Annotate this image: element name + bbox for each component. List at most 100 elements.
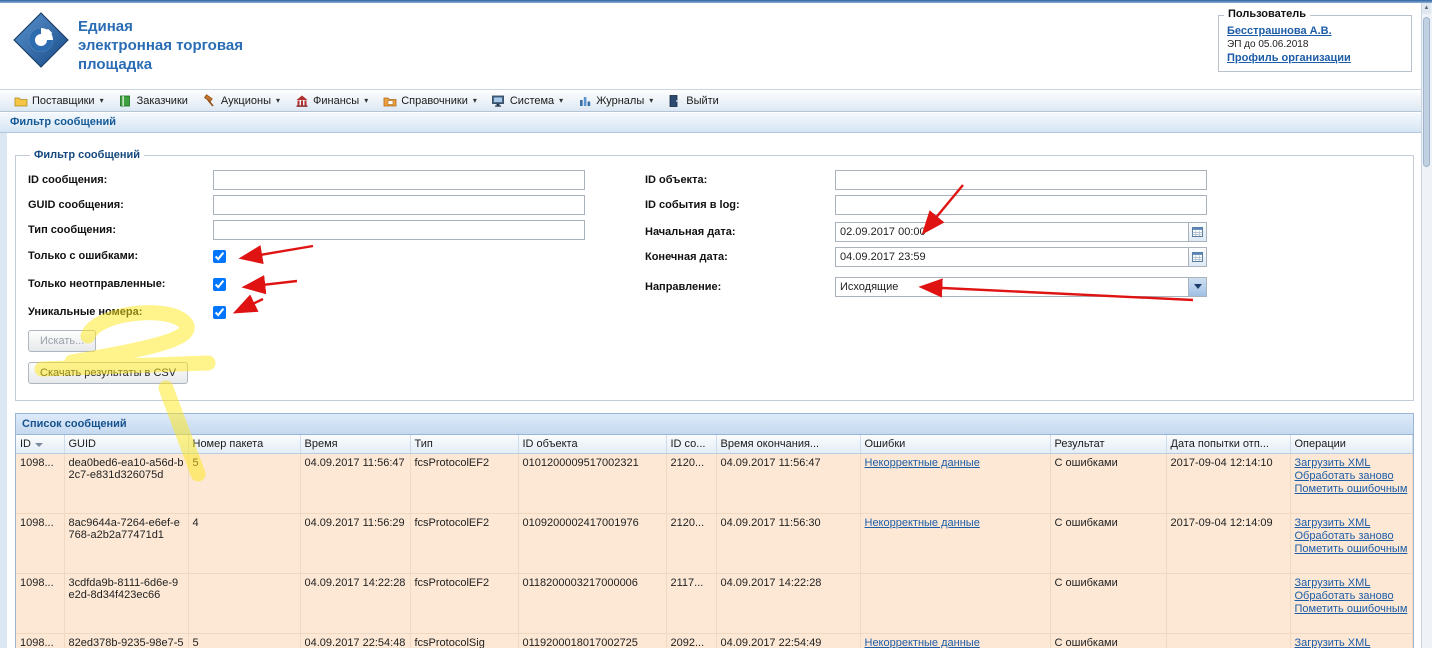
- menu-item-auctions[interactable]: Аукционы ▾: [195, 90, 287, 111]
- cell-attempt-date: 2017-09-04 12:14:10: [1166, 453, 1291, 514]
- cert-validity-text: ЭП до 05.06.2018: [1227, 39, 1309, 50]
- filter-right-column: ID объекта: ID события в log: Начальная …: [645, 169, 1220, 301]
- book-icon: [118, 93, 133, 108]
- cell-time: 04.09.2017 11:56:29: [300, 513, 411, 574]
- only-errors-checkbox[interactable]: [213, 249, 226, 263]
- start-date-label: Начальная дата:: [645, 225, 736, 238]
- app-screen: Единая электронная торговая площадка Пол…: [0, 0, 1432, 648]
- search-button[interactable]: Искать...: [28, 330, 97, 352]
- direction-label: Направление:: [645, 280, 722, 293]
- cell-object-id: 0119200018017002725: [518, 633, 667, 648]
- cell-packet: 5: [188, 633, 301, 648]
- cell-object-id: 0101200009517002321: [518, 453, 667, 514]
- menu-item-suppliers[interactable]: Поставщики ▾: [6, 90, 111, 111]
- menu-item-finance[interactable]: Финансы ▾: [287, 90, 375, 111]
- message-type-label: Тип сообщения:: [28, 223, 116, 236]
- mark-erroneous-link[interactable]: Пометить ошибочным: [1295, 603, 1409, 616]
- cell-attempt-date: [1166, 573, 1291, 634]
- menu-item-system[interactable]: Система ▾: [484, 90, 570, 111]
- scroll-up-arrow-icon[interactable]: ▲: [1422, 3, 1431, 14]
- table-row: 1098... dea0bed6-ea10-a56d-b2c7-e831d326…: [16, 453, 1413, 514]
- log-event-id-input[interactable]: [835, 194, 1207, 215]
- menu-item-journals[interactable]: Журналы ▾: [570, 90, 660, 111]
- load-xml-link[interactable]: Загрузить XML: [1295, 457, 1409, 470]
- load-xml-link[interactable]: Загрузить XML: [1295, 517, 1409, 530]
- col-header-time[interactable]: Время: [300, 435, 411, 454]
- menu-label: Справочники: [401, 94, 468, 107]
- object-id-input[interactable]: [835, 169, 1207, 190]
- cell-type: fcsProtocolEF2: [410, 453, 519, 514]
- message-filter-fieldset: Фильтр сообщений ID сообщения: GUID сооб…: [15, 149, 1414, 401]
- col-header-end-time[interactable]: Время окончания...: [716, 435, 861, 454]
- unique-numbers-checkbox[interactable]: [213, 305, 226, 319]
- col-header-errors[interactable]: Ошибки: [860, 435, 1051, 454]
- log-event-id-label: ID события в log:: [645, 198, 740, 211]
- user-name-link[interactable]: Бесстрашнова А.В.: [1227, 25, 1403, 37]
- cell-packet: 5: [188, 453, 301, 514]
- col-header-result[interactable]: Результат: [1050, 435, 1167, 454]
- col-header-id[interactable]: ID: [16, 435, 65, 454]
- dropdown-trigger-button[interactable]: [1188, 276, 1207, 297]
- cell-time: 04.09.2017 11:56:47: [300, 453, 411, 514]
- cell-result: С ошибками: [1050, 573, 1167, 634]
- chevron-down-icon: ▾: [649, 96, 654, 105]
- reprocess-link[interactable]: Обработать заново: [1295, 590, 1409, 603]
- end-date-input[interactable]: [835, 246, 1188, 267]
- start-date-input[interactable]: [835, 221, 1188, 242]
- cell-attempt-date: [1166, 633, 1291, 648]
- message-type-input[interactable]: [213, 219, 585, 240]
- page-title-bar: Фильтр сообщений: [0, 113, 1422, 133]
- menu-item-catalogs[interactable]: Справочники ▾: [375, 90, 484, 111]
- menu-item-customers[interactable]: Заказчики: [111, 90, 195, 111]
- download-csv-button[interactable]: Скачать результаты в CSV: [28, 362, 189, 384]
- chart-bars-icon: [577, 93, 592, 108]
- load-xml-link[interactable]: Загрузить XML: [1295, 637, 1409, 648]
- menu-item-logout[interactable]: Выйти: [660, 90, 726, 111]
- chevron-down-icon: ▾: [472, 96, 477, 105]
- cell-event-id: 2120...: [666, 453, 717, 514]
- window-top-edge: [0, 0, 1432, 3]
- cell-result: С ошибками: [1050, 453, 1167, 514]
- folder-icon: [13, 93, 28, 108]
- calendar-trigger-button[interactable]: [1188, 246, 1207, 267]
- col-header-type[interactable]: Тип: [410, 435, 519, 454]
- brand-title: Единая электронная торговая площадка: [78, 18, 243, 73]
- org-profile-link[interactable]: Профиль организации: [1227, 52, 1403, 64]
- col-header-packet[interactable]: Номер пакета: [188, 435, 301, 454]
- only-errors-label: Только с ошибками:: [28, 250, 139, 262]
- col-header-guid[interactable]: GUID: [64, 435, 189, 454]
- direction-select[interactable]: [835, 276, 1188, 297]
- user-box: Пользователь Бесстрашнова А.В. ЭП до 05.…: [1218, 8, 1412, 72]
- scrollbar-thumb[interactable]: [1423, 17, 1430, 167]
- cell-end-time: 04.09.2017 11:56:47: [716, 453, 861, 514]
- errors-link[interactable]: Некорректные данные: [865, 457, 980, 469]
- calendar-trigger-button[interactable]: [1188, 221, 1207, 242]
- message-guid-input[interactable]: [213, 194, 585, 215]
- col-header-operations[interactable]: Операции: [1290, 435, 1413, 454]
- vertical-scrollbar[interactable]: ▲: [1421, 3, 1432, 648]
- col-header-object-id[interactable]: ID объекта: [518, 435, 667, 454]
- bank-icon: [294, 93, 309, 108]
- mark-erroneous-link[interactable]: Пометить ошибочным: [1295, 483, 1409, 496]
- load-xml-link[interactable]: Загрузить XML: [1295, 577, 1409, 590]
- cell-guid: 82ed378b-9235-98e7-5f2c-7d34e9a1b2c3: [64, 633, 189, 648]
- cell-type: fcsProtocolSig: [410, 633, 519, 648]
- only-unsent-checkbox[interactable]: [213, 277, 226, 291]
- col-header-attempt-date[interactable]: Дата попытки отп...: [1166, 435, 1291, 454]
- errors-link[interactable]: Некорректные данные: [865, 517, 980, 529]
- reprocess-link[interactable]: Обработать заново: [1295, 470, 1409, 483]
- cell-object-id: 0118200003217000006: [518, 573, 667, 634]
- cell-end-time: 04.09.2017 22:54:49: [716, 633, 861, 648]
- cell-end-time: 04.09.2017 11:56:30: [716, 513, 861, 574]
- col-header-event-id[interactable]: ID со...: [666, 435, 717, 454]
- menu-label: Выйти: [686, 94, 719, 107]
- errors-link[interactable]: Некорректные данные: [865, 637, 980, 648]
- message-id-input[interactable]: [213, 169, 585, 190]
- app-header: Единая электронная торговая площадка Пол…: [0, 3, 1422, 89]
- reprocess-link[interactable]: Обработать заново: [1295, 530, 1409, 543]
- cell-type: fcsProtocolEF2: [410, 573, 519, 634]
- menu-label: Система: [509, 94, 555, 107]
- mark-erroneous-link[interactable]: Пометить ошибочным: [1295, 543, 1409, 556]
- end-date-label: Конечная дата:: [645, 250, 728, 263]
- etp-logo-icon: [13, 12, 69, 68]
